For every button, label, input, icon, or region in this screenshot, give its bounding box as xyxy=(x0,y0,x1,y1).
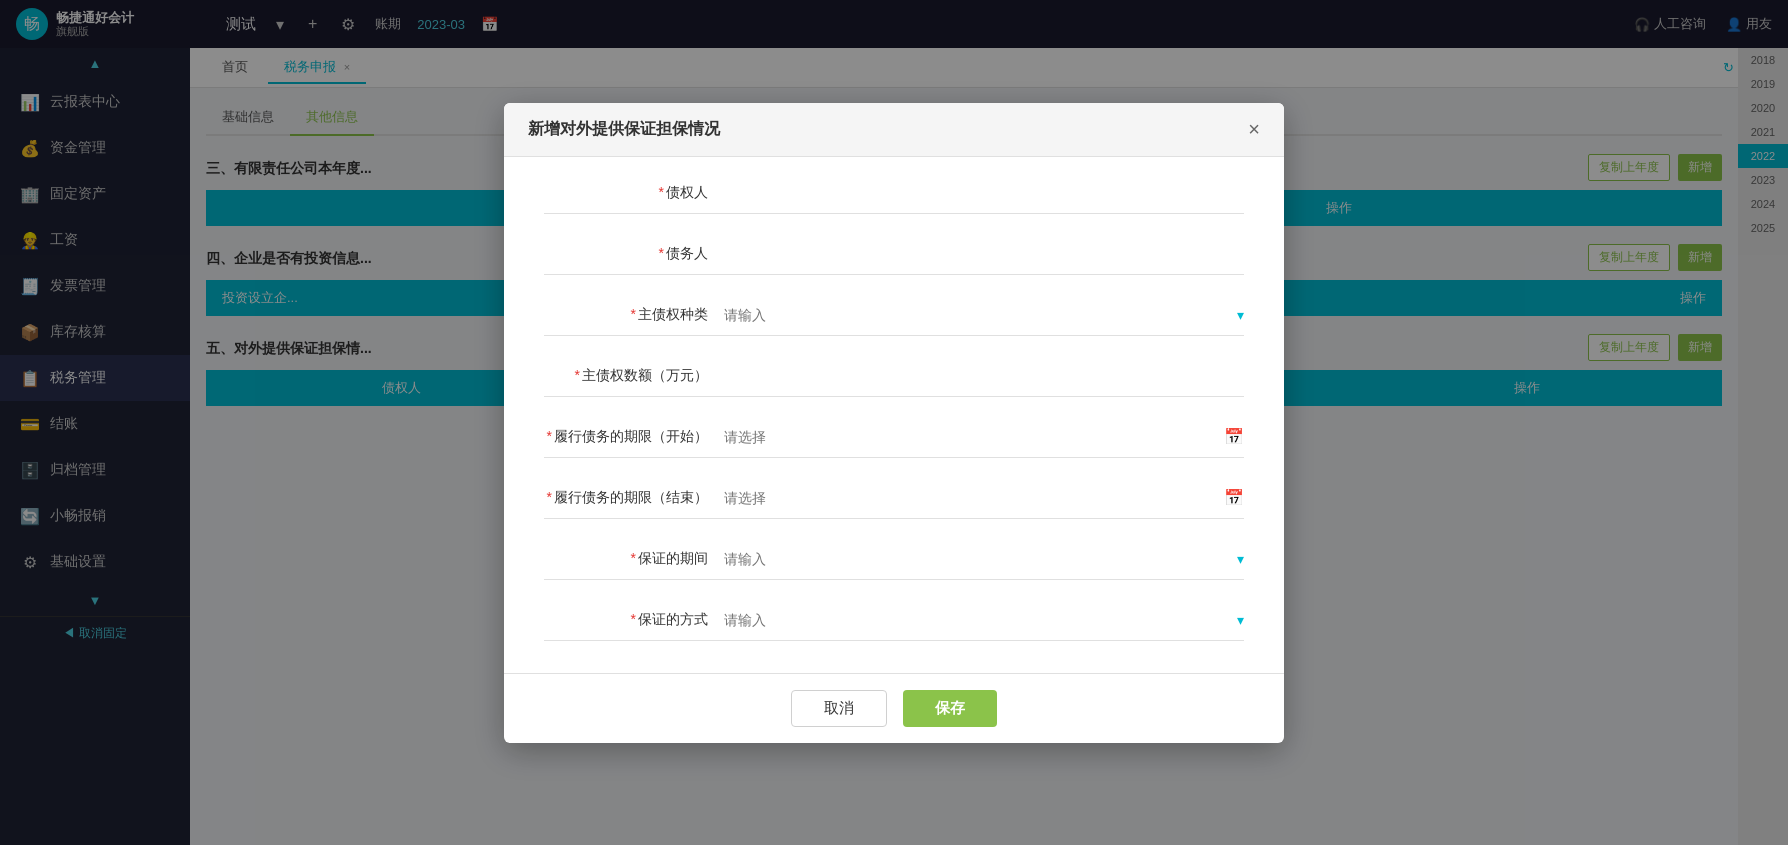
perform-start-input[interactable] xyxy=(724,425,1216,449)
field-debtor: *债务人 xyxy=(544,242,1244,275)
claim-type-input[interactable] xyxy=(724,303,1229,327)
perform-start-wrapper: 📅 xyxy=(724,425,1244,449)
modal-body: *债权人 *债务人 *主债权种类 ▾ xyxy=(504,157,1284,481)
modal-overlay: 新增对外提供保证担保情况 × *债权人 *债务人 * xyxy=(0,0,1788,480)
field-perform-start: *履行债务的期限（开始） 📅 xyxy=(544,425,1244,458)
debtor-label: *债务人 xyxy=(544,245,724,263)
field-claim-type: *主债权种类 ▾ xyxy=(544,303,1244,336)
claim-type-chevron-icon[interactable]: ▾ xyxy=(1237,307,1244,323)
claim-type-wrapper: ▾ xyxy=(724,303,1244,327)
modal-header: 新增对外提供保证担保情况 × xyxy=(504,103,1284,157)
claim-amount-required: * xyxy=(575,367,580,383)
perform-start-required: * xyxy=(547,428,552,444)
modal-dialog: 新增对外提供保证担保情况 × *债权人 *债务人 * xyxy=(504,103,1284,481)
perform-start-label: *履行债务的期限（开始） xyxy=(544,428,724,446)
creditor-label: *债权人 xyxy=(544,184,724,202)
claim-amount-input[interactable] xyxy=(724,364,1244,388)
claim-type-required: * xyxy=(631,306,636,322)
claim-type-label: *主债权种类 xyxy=(544,306,724,324)
debtor-input[interactable] xyxy=(724,242,1244,266)
claim-amount-label: *主债权数额（万元） xyxy=(544,367,724,385)
modal-title: 新增对外提供保证担保情况 xyxy=(528,119,720,140)
modal-close-btn[interactable]: × xyxy=(1248,119,1260,139)
debtor-required: * xyxy=(659,245,664,261)
field-claim-amount: *主债权数额（万元） xyxy=(544,364,1244,397)
creditor-input[interactable] xyxy=(724,181,1244,205)
creditor-required: * xyxy=(659,184,664,200)
field-creditor: *债权人 xyxy=(544,181,1244,214)
perform-start-calendar-icon[interactable]: 📅 xyxy=(1224,427,1244,446)
